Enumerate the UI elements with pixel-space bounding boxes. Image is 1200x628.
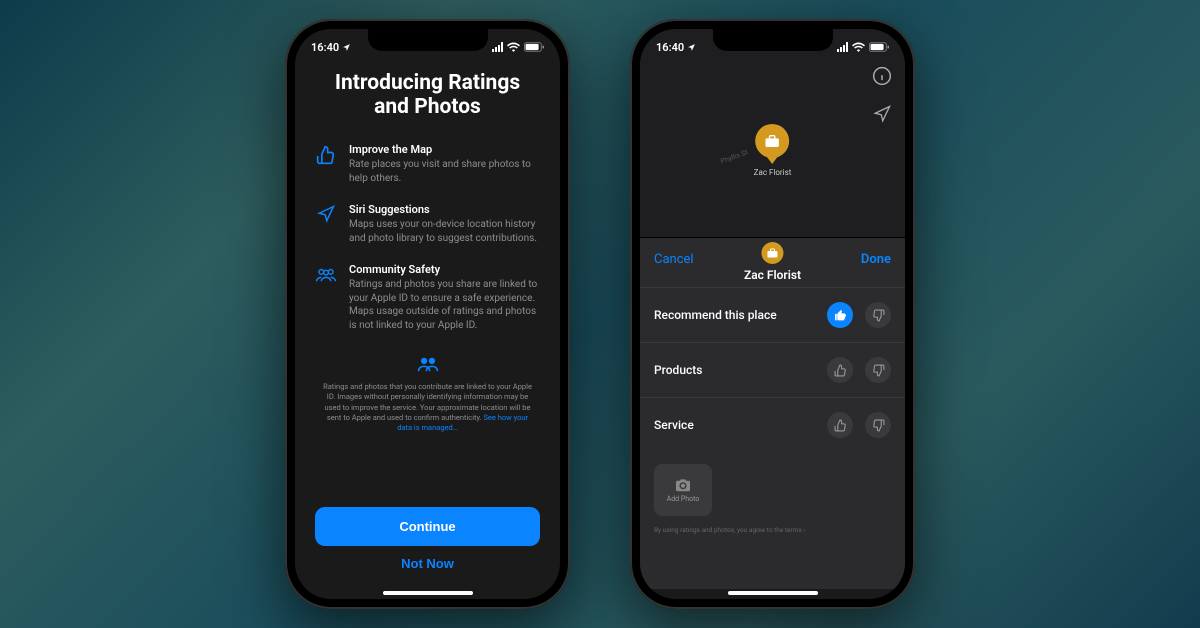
intro-title: Introducing Ratings and Photos: [315, 71, 540, 119]
not-now-button[interactable]: Not Now: [315, 546, 540, 581]
cancel-button[interactable]: Cancel: [654, 248, 694, 267]
location-services-icon: [687, 43, 696, 52]
rating-sheet: Cancel Zac Florist Done Recommend this p…: [640, 237, 905, 589]
add-photo-button[interactable]: Add Photo: [654, 464, 712, 516]
feature-title: Community Safety: [349, 263, 540, 276]
notch: [713, 29, 833, 51]
feature-title: Improve the Map: [349, 143, 540, 156]
briefcase-icon: [765, 134, 781, 148]
phone-right: 16:40: [630, 19, 915, 609]
rate-label: Products: [654, 363, 702, 377]
terms-text[interactable]: By using ratings and photos, you agree t…: [640, 516, 905, 534]
thumbs-up-button[interactable]: [827, 302, 853, 328]
info-button[interactable]: [871, 65, 893, 87]
rate-row-recommend: Recommend this place: [640, 287, 905, 342]
status-time: 16:40: [656, 41, 684, 54]
pin-bubble: [756, 124, 790, 158]
thumbs-down-button[interactable]: [865, 357, 891, 383]
home-indicator[interactable]: [728, 591, 818, 595]
pin-label: Zac Florist: [754, 168, 792, 177]
rate-label: Service: [654, 418, 694, 432]
place-name: Zac Florist: [744, 268, 801, 282]
wifi-icon: [507, 42, 520, 52]
people-icon: [315, 263, 337, 332]
notch: [368, 29, 488, 51]
battery-icon: [524, 42, 544, 52]
rate-row-products: Products: [640, 342, 905, 397]
feature-improve-map: Improve the Map Rate places you visit an…: [315, 143, 540, 185]
feature-desc: Maps uses your on-device location histor…: [349, 218, 540, 245]
thumbs-down-button[interactable]: [865, 412, 891, 438]
cellular-signal-icon: [492, 42, 503, 52]
rate-row-service: Service: [640, 397, 905, 452]
thumbs-up-icon: [315, 143, 337, 185]
intro-content: Introducing Ratings and Photos Improve t…: [295, 57, 560, 589]
feature-title: Siri Suggestions: [349, 203, 540, 216]
add-photo-label: Add Photo: [667, 495, 700, 503]
thumbs-down-button[interactable]: [865, 302, 891, 328]
location-services-icon: [342, 43, 351, 52]
rate-label: Recommend this place: [654, 308, 777, 322]
done-button[interactable]: Done: [861, 248, 891, 267]
feature-community-safety: Community Safety Ratings and photos you …: [315, 263, 540, 332]
privacy-footer-text: Ratings and photos that you contribute a…: [315, 382, 540, 433]
locate-button[interactable]: [871, 103, 893, 125]
sheet-header: Cancel Zac Florist Done: [640, 238, 905, 273]
map-pin[interactable]: Zac Florist: [754, 124, 792, 177]
wifi-icon: [852, 42, 865, 52]
feature-siri-suggestions: Siri Suggestions Maps uses your on-devic…: [315, 203, 540, 245]
home-indicator[interactable]: [383, 591, 473, 595]
continue-button[interactable]: Continue: [315, 507, 540, 546]
phone-left: 16:40 Introducing Ratings and Photos: [285, 19, 570, 609]
briefcase-icon: [767, 248, 779, 258]
feature-desc: Rate places you visit and share photos t…: [349, 158, 540, 185]
cellular-signal-icon: [837, 42, 848, 52]
map-view[interactable]: Phyllis St Zac Florist: [640, 29, 905, 237]
feature-desc: Ratings and photos you share are linked …: [349, 278, 540, 332]
place-avatar: [762, 242, 784, 264]
camera-icon: [674, 478, 692, 492]
screen-intro: 16:40 Introducing Ratings and Photos: [295, 29, 560, 599]
navigation-icon: [315, 203, 337, 245]
thumbs-up-button[interactable]: [827, 412, 853, 438]
street-label: Phyllis St: [719, 148, 749, 165]
privacy-icon: [315, 356, 540, 376]
thumbs-up-button[interactable]: [827, 357, 853, 383]
status-time: 16:40: [311, 41, 339, 54]
screen-rating: 16:40: [640, 29, 905, 599]
battery-icon: [869, 42, 889, 52]
